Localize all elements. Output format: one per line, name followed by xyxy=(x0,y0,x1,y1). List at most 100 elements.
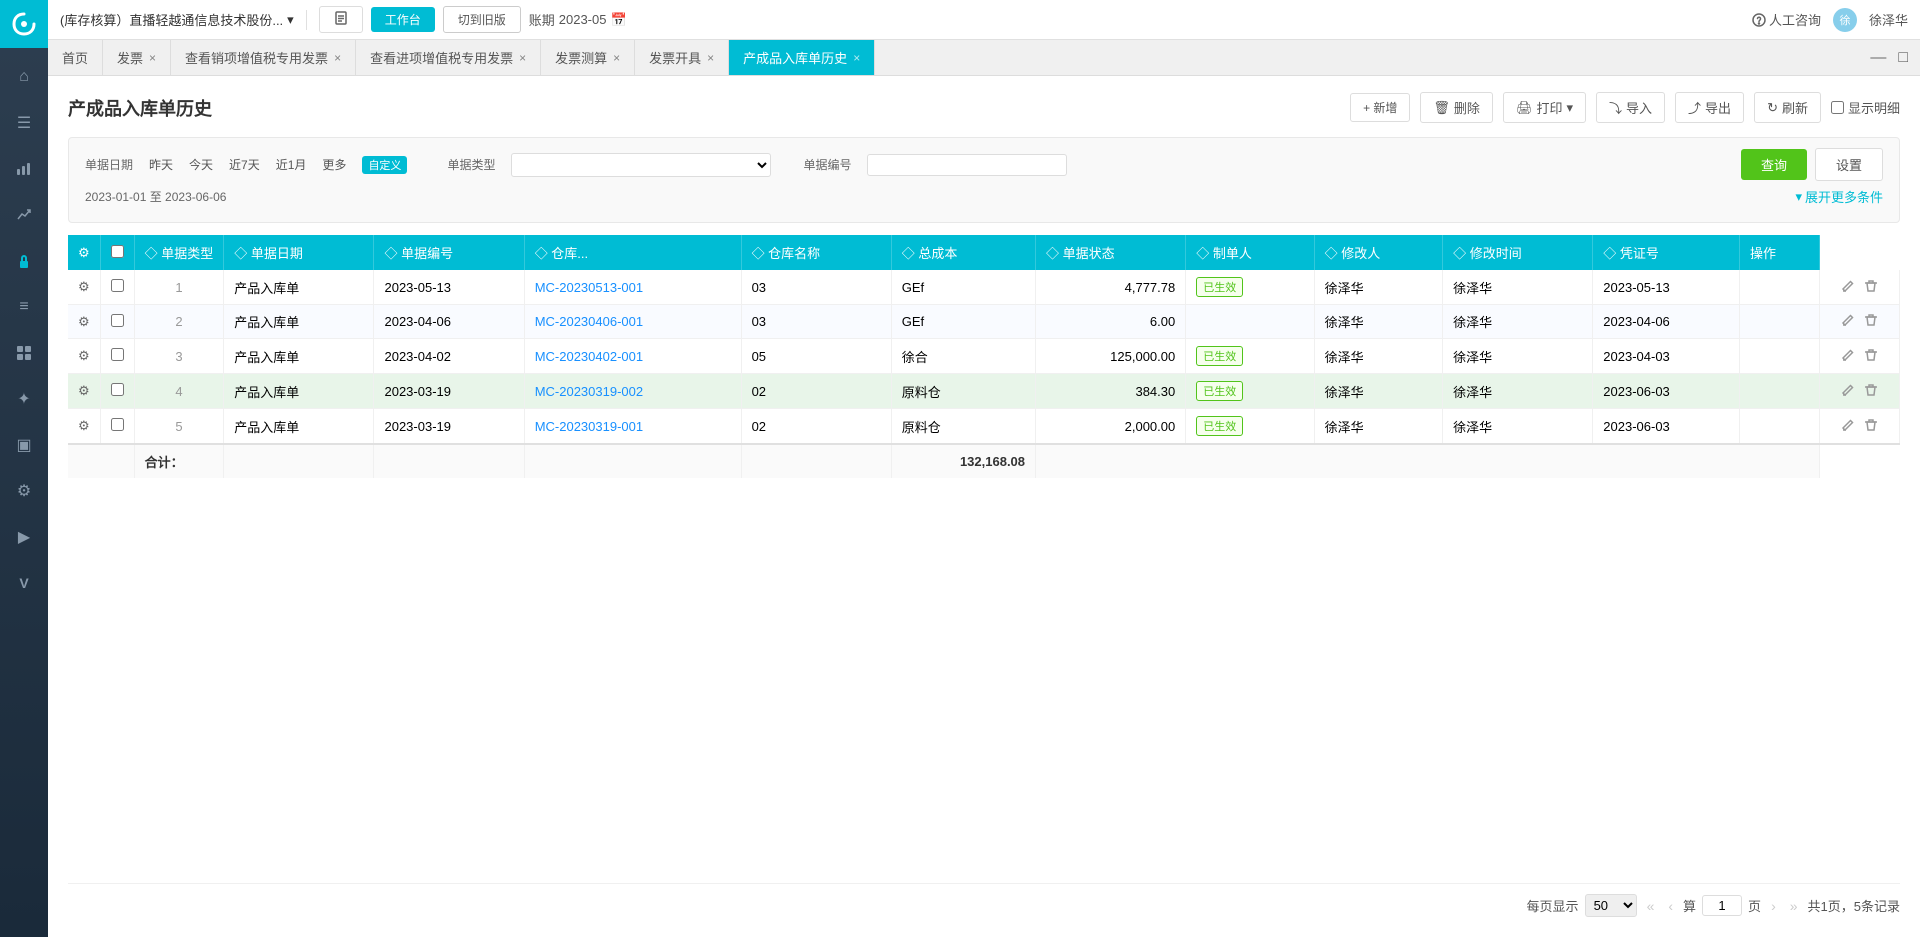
show-detail-checkbox[interactable] xyxy=(1831,101,1844,114)
sidebar-item-analysis[interactable] xyxy=(4,195,44,235)
row-edit-icon[interactable] xyxy=(1838,314,1862,330)
sidebar-item-box[interactable]: ▣ xyxy=(4,425,44,465)
row-checkbox-cell[interactable] xyxy=(100,409,134,445)
tab-invoice-calc[interactable]: 发票测算 × xyxy=(541,40,635,76)
period-selector[interactable]: 账期 2023-05 📅 xyxy=(529,10,627,29)
row-doc-num[interactable]: MC-20230513-001 xyxy=(524,270,741,305)
sidebar-item-version[interactable]: V xyxy=(4,563,44,603)
col-voucher-num-header[interactable]: ◇ 凭证号 xyxy=(1593,235,1740,270)
calendar-icon[interactable]: 📅 xyxy=(610,12,626,28)
new-button[interactable]: + 新增 xyxy=(1350,93,1410,122)
row-checkbox[interactable] xyxy=(111,279,124,292)
row-checkbox-cell[interactable] xyxy=(100,270,134,305)
sidebar-item-video[interactable]: ▶ xyxy=(4,517,44,557)
refresh-button[interactable]: ↻ 刷新 xyxy=(1754,92,1821,123)
row-edit-icon[interactable] xyxy=(1838,419,1862,435)
date-custom-tag[interactable]: 自定义 xyxy=(362,156,407,174)
tab-invoice-open-close[interactable]: × xyxy=(707,51,714,65)
doc-num-link[interactable]: MC-20230319-001 xyxy=(535,419,643,434)
row-delete-icon[interactable] xyxy=(1861,384,1881,400)
row-settings-btn[interactable]: ⚙ xyxy=(68,409,100,445)
row-doc-num[interactable]: MC-20230406-001 xyxy=(524,305,741,339)
print-dropdown-icon[interactable]: ▾ xyxy=(1566,100,1573,116)
reset-button[interactable]: 设置 xyxy=(1815,148,1883,181)
prev-page-btn[interactable]: ‹ xyxy=(1664,896,1677,916)
col-creator-header[interactable]: ◇ 制单人 xyxy=(1186,235,1314,270)
row-delete-icon[interactable] xyxy=(1861,314,1881,330)
date-yesterday-link[interactable]: 昨天 xyxy=(149,156,173,173)
doc-type-select[interactable] xyxy=(511,153,771,177)
tab-invoice-close[interactable]: × xyxy=(149,51,156,65)
switch-version-button[interactable]: 切到旧版 xyxy=(443,6,521,33)
date-7days-link[interactable]: 近7天 xyxy=(229,156,260,173)
row-settings-btn[interactable]: ⚙ xyxy=(68,270,100,305)
col-checkbox-header[interactable] xyxy=(100,235,134,270)
sidebar-item-docs[interactable]: ☰ xyxy=(4,103,44,143)
select-all-checkbox[interactable] xyxy=(111,245,124,258)
sidebar-item-grid[interactable] xyxy=(4,333,44,373)
tab-sales-vat-close[interactable]: × xyxy=(334,51,341,65)
tab-home[interactable]: 首页 xyxy=(48,40,103,76)
doc-num-link[interactable]: MC-20230406-001 xyxy=(535,314,643,329)
page-number-input[interactable] xyxy=(1702,895,1742,916)
doc-num-link[interactable]: MC-20230319-002 xyxy=(535,384,643,399)
last-page-btn[interactable]: » xyxy=(1786,896,1802,916)
col-modify-time-header[interactable]: ◇ 修改时间 xyxy=(1443,235,1593,270)
tab-invoice-open[interactable]: 发票开具 × xyxy=(635,40,729,76)
col-warehouse-name-header[interactable]: ◇ 仓库名称 xyxy=(741,235,891,270)
row-checkbox-cell[interactable] xyxy=(100,339,134,374)
row-settings-btn[interactable]: ⚙ xyxy=(68,305,100,339)
sidebar-item-list[interactable]: ≡ xyxy=(4,287,44,327)
row-checkbox-cell[interactable] xyxy=(100,305,134,339)
doc-icon-btn[interactable] xyxy=(319,6,363,33)
row-checkbox[interactable] xyxy=(111,314,124,327)
row-edit-icon[interactable] xyxy=(1838,280,1862,296)
row-delete-icon[interactable] xyxy=(1861,280,1881,296)
row-delete-icon[interactable] xyxy=(1861,349,1881,365)
doc-num-link[interactable]: MC-20230402-001 xyxy=(535,349,643,364)
row-doc-num[interactable]: MC-20230402-001 xyxy=(524,339,741,374)
row-delete-icon[interactable] xyxy=(1861,419,1881,435)
print-button[interactable]: 🖨 打印 ▾ xyxy=(1503,92,1586,123)
sidebar-item-lock[interactable] xyxy=(4,241,44,281)
tab-invoice[interactable]: 发票 × xyxy=(103,40,171,76)
col-doc-type-header[interactable]: ◇ 单据类型 xyxy=(134,235,224,270)
per-page-select[interactable]: 20 50 100 200 xyxy=(1585,894,1637,917)
export-button[interactable]: ⤴ 导出 xyxy=(1675,92,1744,123)
row-settings-btn[interactable]: ⚙ xyxy=(68,374,100,409)
sidebar-item-chart[interactable] xyxy=(4,149,44,189)
date-more-link[interactable]: 更多 xyxy=(322,156,346,173)
import-button[interactable]: ⤵ 导入 xyxy=(1596,92,1665,123)
workbench-button[interactable]: 工作台 xyxy=(371,7,435,32)
row-settings-btn[interactable]: ⚙ xyxy=(68,339,100,374)
sidebar-item-settings2[interactable]: ✦ xyxy=(4,379,44,419)
col-total-cost-header[interactable]: ◇ 总成本 xyxy=(891,235,1035,270)
col-doc-status-header[interactable]: ◇ 单据状态 xyxy=(1036,235,1186,270)
tab-input-vat-close[interactable]: × xyxy=(519,51,526,65)
date-1month-link[interactable]: 近1月 xyxy=(276,156,307,173)
row-doc-num[interactable]: MC-20230319-001 xyxy=(524,409,741,445)
row-edit-icon[interactable] xyxy=(1838,384,1862,400)
date-today-link[interactable]: 今天 xyxy=(189,156,213,173)
expand-conditions-btn[interactable]: ▾ 展开更多条件 xyxy=(1795,187,1883,206)
doc-num-input[interactable] xyxy=(867,154,1067,176)
col-doc-date-header[interactable]: ◇ 单据日期 xyxy=(224,235,374,270)
sidebar-item-gear2[interactable]: ⚙ xyxy=(4,471,44,511)
tab-minimize-icon[interactable]: — xyxy=(1866,47,1890,69)
col-warehouse-code-header[interactable]: ◇ 仓库... xyxy=(524,235,741,270)
col-modifier-header[interactable]: ◇ 修改人 xyxy=(1314,235,1442,270)
tab-maximize-icon[interactable]: □ xyxy=(1894,47,1912,69)
col-doc-num-header[interactable]: ◇ 单据编号 xyxy=(374,235,524,270)
company-dropdown-icon[interactable]: ▾ xyxy=(287,12,294,28)
delete-button[interactable]: 🗑 删除 xyxy=(1420,92,1493,123)
row-checkbox[interactable] xyxy=(111,348,124,361)
row-checkbox-cell[interactable] xyxy=(100,374,134,409)
show-detail-toggle[interactable]: 显示明细 xyxy=(1831,98,1900,117)
company-selector[interactable]: (库存核算）直播轻越通信息技术股份... ▾ xyxy=(60,10,294,29)
row-checkbox[interactable] xyxy=(111,418,124,431)
tab-invoice-calc-close[interactable]: × xyxy=(613,51,620,65)
row-doc-num[interactable]: MC-20230319-002 xyxy=(524,374,741,409)
query-button[interactable]: 查询 xyxy=(1741,149,1807,180)
tab-product-history[interactable]: 产成品入库单历史 × xyxy=(729,40,875,76)
help-button[interactable]: 人工咨询 xyxy=(1752,10,1821,29)
